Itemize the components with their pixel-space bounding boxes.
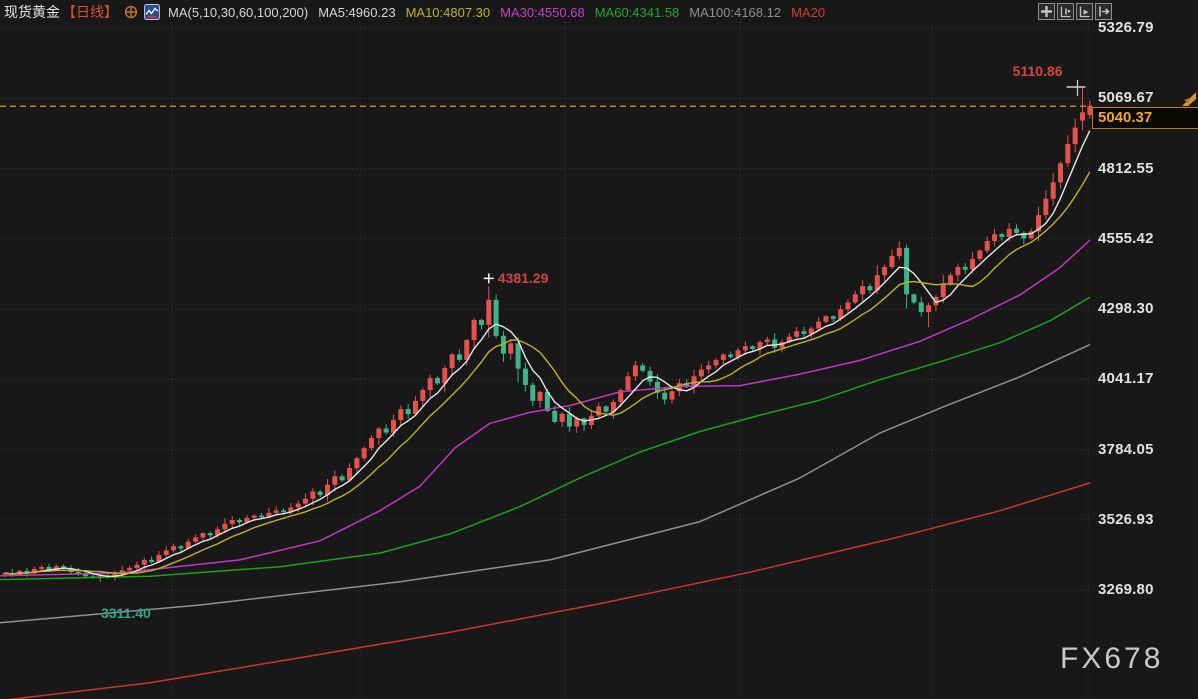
watermark: FX678 (1060, 642, 1164, 675)
ma-group-label: MA(5,10,30,60,100,200) (168, 4, 309, 20)
ma-legend-item[interactable]: MA10:4807.30 (406, 5, 491, 20)
ma-legend-item[interactable]: MA30:4550.68 (500, 5, 585, 20)
toolbar (1038, 3, 1114, 20)
candlestick-chart[interactable] (0, 0, 1198, 699)
ma-legend: MA5:4960.23 MA10:4807.30 MA30:4550.68 MA60:… (308, 5, 825, 20)
price-tick-label: 3269.80 (1098, 581, 1154, 598)
pan-icon[interactable] (1038, 3, 1055, 20)
last-price-value: 5040.37 (1098, 109, 1153, 127)
high-price-label: 5110.86 (1012, 62, 1063, 79)
chart-window: 现货黄金 【日线】 MA(5,10,30,60,100,200) MA5:496… (0, 0, 1198, 699)
top-bar: 现货黄金 【日线】 MA(5,10,30,60,100,200) MA5:496… (0, 0, 1198, 24)
ma-legend-item[interactable]: MA100:4168.12 (689, 5, 781, 20)
ma-legend-item[interactable]: MA5:4960.23 (318, 5, 395, 20)
ma-line-MA60 (0, 296, 1091, 581)
candles (2, 86, 1093, 582)
last-price-tag: 5040.37 (1092, 107, 1198, 130)
instrument-title: 现货黄金 (4, 4, 60, 20)
period-label: 【日线】 (62, 4, 118, 20)
ma-line-MA5 (4, 130, 1091, 577)
price-tick-label: 4041.17 (1098, 370, 1154, 388)
price-arrow-icon (1182, 92, 1196, 107)
peak-price-label: 4381.29 (497, 270, 549, 287)
price-tick-label: 3526.93 (1098, 510, 1154, 528)
low-price-label: 3311.40 (100, 604, 151, 621)
add-indicator-icon[interactable] (124, 5, 138, 19)
price-tick-label: 4298.30 (1098, 300, 1154, 317)
price-tick-label: 4812.55 (1098, 159, 1154, 177)
ma-legend-item[interactable]: MA60:4341.58 (595, 5, 680, 20)
ma-legend-item[interactable]: MA20 (791, 5, 825, 20)
main-indicator-icon[interactable] (1057, 3, 1074, 20)
ma-line-MA10 (4, 171, 1091, 575)
kline-chart-icon[interactable] (144, 4, 160, 20)
price-tick-label: 3784.05 (1098, 440, 1154, 458)
exit-icon[interactable] (1095, 3, 1112, 20)
sub-indicator-icon[interactable] (1076, 3, 1093, 20)
ma-line-MA200 (7, 482, 1091, 699)
price-tick-label: 4555.42 (1098, 229, 1154, 247)
